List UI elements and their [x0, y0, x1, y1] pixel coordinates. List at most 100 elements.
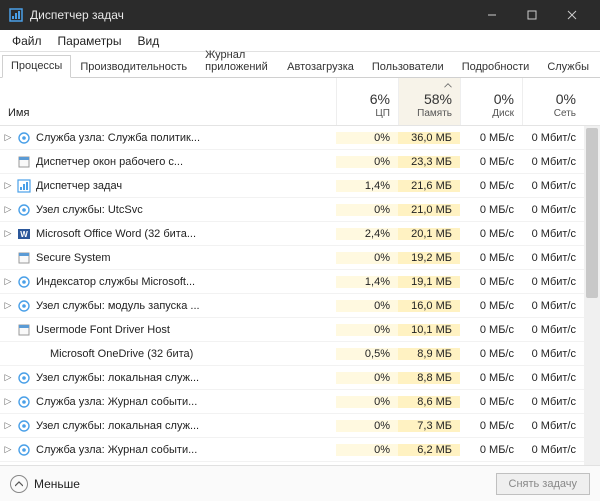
process-icon: [16, 394, 32, 410]
expand-icon[interactable]: ▷: [0, 372, 16, 383]
process-name: Secure System: [36, 252, 336, 264]
expand-icon[interactable]: ▷: [0, 396, 16, 407]
cell-network: 0 Мбит/с: [522, 228, 584, 240]
scrollbar[interactable]: [584, 126, 600, 465]
tabs: ПроцессыПроизводительностьЖурнал приложе…: [0, 52, 600, 78]
footer: Меньше Снять задачу: [0, 465, 600, 501]
process-name: Usermode Font Driver Host: [36, 324, 336, 336]
expand-icon[interactable]: ▷: [0, 132, 16, 143]
process-name: Microsoft OneDrive (32 бита): [50, 348, 336, 360]
cell-disk: 0 МБ/с: [460, 444, 522, 456]
cell-memory: 7,3 МБ: [398, 420, 460, 432]
table-row[interactable]: ▷ Узел службы: модуль запуска ...0%16,0 М…: [0, 294, 600, 318]
col-memory[interactable]: 58% Память: [398, 78, 460, 125]
col-disk[interactable]: 0% Диск: [460, 78, 522, 125]
column-header: Имя 6% ЦП 58% Память 0% Диск 0% Сеть: [0, 78, 600, 126]
table-row[interactable]: Secure System0%19,2 МБ0 МБ/с0 Мбит/с: [0, 246, 600, 270]
cell-cpu: 0%: [336, 300, 398, 312]
cell-cpu: 0%: [336, 396, 398, 408]
content: Имя 6% ЦП 58% Память 0% Диск 0% Сеть ▷ Сл…: [0, 78, 600, 465]
expand-icon[interactable]: ▷: [0, 444, 16, 455]
titlebar[interactable]: Диспетчер задач: [0, 0, 600, 30]
sort-arrow-icon: [444, 82, 452, 89]
cell-memory: 8,8 МБ: [398, 372, 460, 384]
col-cpu[interactable]: 6% ЦП: [336, 78, 398, 125]
tab-3[interactable]: Автозагрузка: [278, 56, 363, 78]
expand-icon[interactable]: ▷: [0, 180, 16, 191]
expand-icon[interactable]: ▷: [0, 204, 16, 215]
cell-memory: 20,1 МБ: [398, 228, 460, 240]
cell-network: 0 Мбит/с: [522, 420, 584, 432]
cell-disk: 0 МБ/с: [460, 252, 522, 264]
process-name: Служба узла: Журнал событи...: [36, 396, 336, 408]
maximize-button[interactable]: [512, 0, 552, 30]
menu-options[interactable]: Параметры: [50, 32, 130, 50]
cell-network: 0 Мбит/с: [522, 276, 584, 288]
table-row[interactable]: ▷Узел службы: локальная служ...0%7,3 МБ0…: [0, 414, 600, 438]
table-row[interactable]: ▷Служба узла: Служба политик...0%36,0 МБ…: [0, 126, 600, 150]
table-row[interactable]: ▷Узел службы: UtcSvc0%21,0 МБ0 МБ/с0 Мби…: [0, 198, 600, 222]
tab-4[interactable]: Пользователи: [363, 56, 453, 78]
cell-cpu: 0%: [336, 156, 398, 168]
svg-text:W: W: [20, 230, 28, 239]
process-icon: [16, 130, 32, 146]
process-name: Служба узла: Журнал событи...: [36, 444, 336, 456]
expand-icon[interactable]: ▷: [0, 300, 16, 311]
cell-disk: 0 МБ/с: [460, 228, 522, 240]
fewer-details-button[interactable]: Меньше: [10, 475, 80, 493]
tab-6[interactable]: Службы: [538, 56, 598, 78]
process-icon: [16, 274, 32, 290]
cell-disk: 0 МБ/с: [460, 396, 522, 408]
table-row[interactable]: ▷Индексатор службы Microsoft...1,4%19,1 …: [0, 270, 600, 294]
chevron-up-icon: [10, 475, 28, 493]
col-name[interactable]: Имя: [0, 78, 336, 125]
table-row[interactable]: Диспетчер окон рабочего с...0%23,3 МБ0 М…: [0, 150, 600, 174]
process-name: Узел службы: модуль запуска ...: [36, 300, 336, 312]
process-name: Служба узла: Служба политик...: [36, 132, 336, 144]
scrollbar-thumb[interactable]: [586, 128, 598, 298]
cell-memory: 16,0 МБ: [398, 300, 460, 312]
col-network[interactable]: 0% Сеть: [522, 78, 584, 125]
cell-network: 0 Мбит/с: [522, 204, 584, 216]
cell-network: 0 Мбит/с: [522, 396, 584, 408]
expand-icon[interactable]: ▷: [0, 420, 16, 431]
table-row[interactable]: ▷Узел службы: локальная служ...0%8,8 МБ0…: [0, 366, 600, 390]
tab-0[interactable]: Процессы: [2, 55, 71, 78]
cell-memory: 19,1 МБ: [398, 276, 460, 288]
table-row[interactable]: ▷Служба узла: Журнал событи...0%8,6 МБ0 …: [0, 390, 600, 414]
tab-5[interactable]: Подробности: [453, 56, 539, 78]
table-row[interactable]: ▷Диспетчер задач1,4%21,6 МБ0 МБ/с0 Мбит/…: [0, 174, 600, 198]
window-title: Диспетчер задач: [30, 8, 472, 22]
cell-disk: 0 МБ/с: [460, 132, 522, 144]
expand-icon[interactable]: ▷: [0, 228, 16, 239]
process-icon: [30, 346, 46, 362]
table-row[interactable]: Microsoft OneDrive (32 бита)0,5%8,9 МБ0 …: [0, 342, 600, 366]
process-name: Microsoft Office Word (32 бита...: [36, 228, 336, 240]
close-button[interactable]: [552, 0, 592, 30]
process-icon: [16, 298, 32, 314]
process-name: Узел службы: локальная служ...: [36, 420, 336, 432]
menu-file[interactable]: Файл: [4, 32, 50, 50]
cell-cpu: 0%: [336, 324, 398, 336]
cell-disk: 0 МБ/с: [460, 204, 522, 216]
expand-icon[interactable]: ▷: [0, 276, 16, 287]
table-row[interactable]: Usermode Font Driver Host0%10,1 МБ0 МБ/с…: [0, 318, 600, 342]
process-icon: [16, 202, 32, 218]
end-task-button[interactable]: Снять задачу: [496, 473, 591, 495]
process-icon: [16, 250, 32, 266]
cell-memory: 23,3 МБ: [398, 156, 460, 168]
cell-memory: 10,1 МБ: [398, 324, 460, 336]
cell-network: 0 Мбит/с: [522, 300, 584, 312]
table-row[interactable]: ▷Shell Infrastructure Host0%6,1 МБ0 МБ/с…: [0, 462, 600, 465]
cell-cpu: 1,4%: [336, 180, 398, 192]
tab-2[interactable]: Журнал приложений: [196, 44, 278, 78]
cell-network: 0 Мбит/с: [522, 372, 584, 384]
cell-disk: 0 МБ/с: [460, 324, 522, 336]
tab-1[interactable]: Производительность: [71, 56, 196, 78]
menu-view[interactable]: Вид: [129, 32, 167, 50]
table-row[interactable]: ▷Служба узла: Журнал событи...0%6,2 МБ0 …: [0, 438, 600, 462]
minimize-button[interactable]: [472, 0, 512, 30]
cell-disk: 0 МБ/с: [460, 180, 522, 192]
table-row[interactable]: ▷WMicrosoft Office Word (32 бита...2,4%2…: [0, 222, 600, 246]
cell-network: 0 Мбит/с: [522, 348, 584, 360]
